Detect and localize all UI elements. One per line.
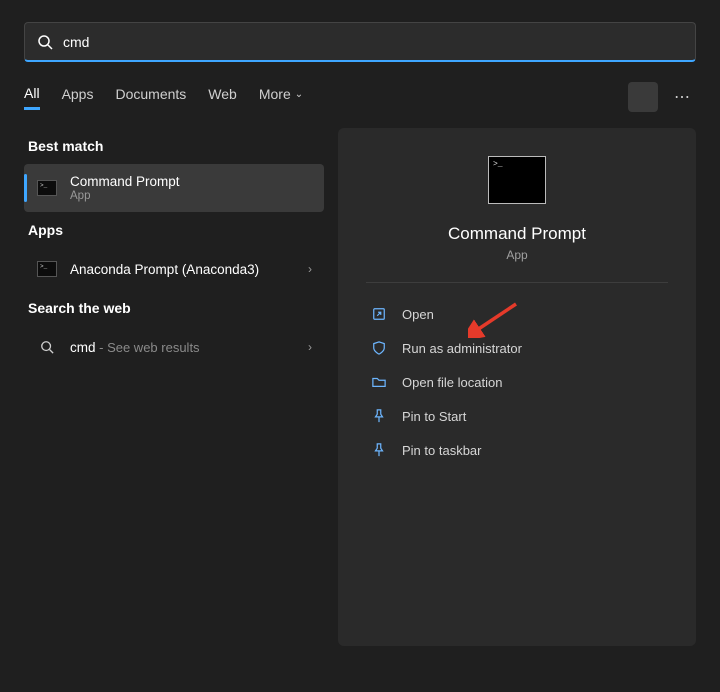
cmd-icon xyxy=(36,177,58,199)
action-pin-to-taskbar[interactable]: Pin to taskbar xyxy=(366,433,668,467)
action-label: Pin to Start xyxy=(402,409,466,424)
divider xyxy=(366,282,668,283)
result-web-cmd[interactable]: cmd - See web results › xyxy=(24,326,324,368)
action-open[interactable]: Open xyxy=(366,297,668,331)
user-avatar[interactable] xyxy=(628,82,658,112)
result-title: Command Prompt xyxy=(70,174,312,189)
result-title: cmd - See web results xyxy=(70,340,308,355)
action-open-file-location[interactable]: Open file location xyxy=(366,365,668,399)
tab-apps[interactable]: Apps xyxy=(62,86,94,108)
search-bar[interactable] xyxy=(24,22,696,62)
results-panel: Best match Command Prompt App Apps Anaco… xyxy=(24,128,324,646)
search-icon xyxy=(36,336,58,358)
search-icon xyxy=(37,34,53,50)
result-title: Anaconda Prompt (Anaconda3) xyxy=(70,262,308,277)
tab-more[interactable]: More ⌄ xyxy=(259,86,303,108)
best-match-header: Best match xyxy=(28,138,320,154)
search-tabs: All Apps Documents Web More ⌄ ⋯ xyxy=(0,80,720,114)
more-options-button[interactable]: ⋯ xyxy=(668,81,696,113)
shield-icon xyxy=(370,339,388,357)
preview-title: Command Prompt xyxy=(448,224,586,244)
chevron-right-icon: › xyxy=(308,262,312,276)
tab-documents[interactable]: Documents xyxy=(115,86,186,108)
preview-thumbnail xyxy=(488,156,546,204)
result-subtitle: App xyxy=(70,190,312,202)
preview-subtitle: App xyxy=(506,248,527,262)
preview-panel: Command Prompt App Open Run as administr… xyxy=(338,128,696,646)
cmd-icon xyxy=(36,258,58,280)
action-label: Open file location xyxy=(402,375,502,390)
action-run-as-administrator[interactable]: Run as administrator xyxy=(366,331,668,365)
action-label: Open xyxy=(402,307,434,322)
chevron-down-icon: ⌄ xyxy=(295,89,303,100)
pin-icon xyxy=(370,441,388,459)
chevron-right-icon: › xyxy=(308,340,312,354)
web-hint: - See web results xyxy=(96,340,200,355)
open-icon xyxy=(370,305,388,323)
tab-all[interactable]: All xyxy=(24,85,40,110)
web-term: cmd xyxy=(70,340,96,355)
action-label: Pin to taskbar xyxy=(402,443,482,458)
pin-icon xyxy=(370,407,388,425)
search-web-header: Search the web xyxy=(28,300,320,316)
folder-icon xyxy=(370,373,388,391)
action-pin-to-start[interactable]: Pin to Start xyxy=(366,399,668,433)
result-command-prompt[interactable]: Command Prompt App xyxy=(24,164,324,212)
result-anaconda-prompt[interactable]: Anaconda Prompt (Anaconda3) › xyxy=(24,248,324,290)
tab-web[interactable]: Web xyxy=(208,86,237,108)
search-input[interactable] xyxy=(63,34,683,50)
tab-more-label: More xyxy=(259,86,291,102)
apps-header: Apps xyxy=(28,222,320,238)
action-label: Run as administrator xyxy=(402,341,522,356)
